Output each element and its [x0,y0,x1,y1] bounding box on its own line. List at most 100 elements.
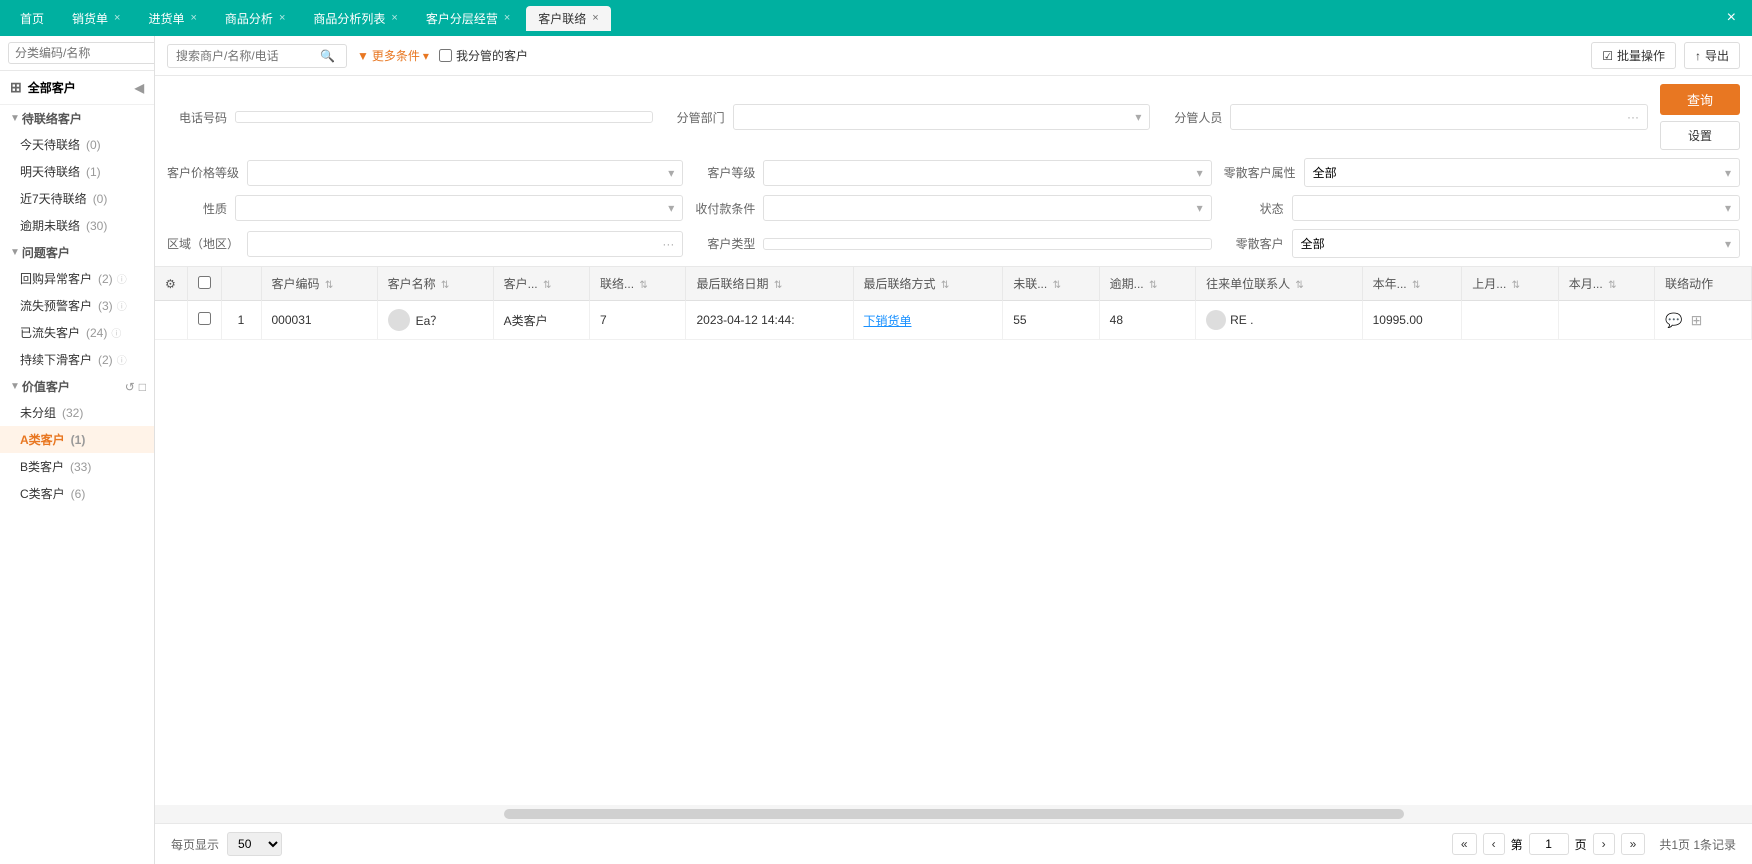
total-info: 共1页 1条记录 [1659,836,1736,853]
row-unit-contact: RE . [1196,301,1363,340]
col-last-contact-method[interactable]: 最后联络方式 ⇅ [853,267,1003,301]
filter-dept-label: 分管部门 [665,109,725,126]
col-gear[interactable]: ⚙ [155,267,187,301]
customer-table: ⚙ 客户编码 ⇅ 客户名称 ⇅ [155,267,1752,340]
sidebar-item-no-group[interactable]: 未分组 (32) [0,399,154,426]
col-last-month[interactable]: 上月... ⇅ [1462,267,1558,301]
close-customer-tier-tab[interactable]: × [504,12,510,24]
info-icon-declining: ⓘ [117,352,127,367]
filter-person-select[interactable]: ··· [1230,104,1648,130]
sidebar-item-declining[interactable]: 持续下滑客户 (2) ⓘ [0,346,154,373]
col-customer-code[interactable]: 客户编码 ⇅ [261,267,377,301]
close-customer-contact-tab[interactable]: × [592,12,598,24]
section-problem-customers[interactable]: ▼ 问题客户 [0,239,154,265]
col-overdue-days[interactable]: 逾期... ⇅ [1099,267,1195,301]
sidebar-item-tomorrow-contact[interactable]: 明天待联络 (1) [0,158,154,185]
page-label: 第 [1511,836,1523,853]
window-close-button[interactable]: × [1719,9,1744,27]
filter-phone-label: 电话号码 [167,109,227,126]
filter-customer-type-input[interactable] [763,238,1211,250]
sidebar-item-c-class[interactable]: C类客户 (6) [0,480,154,507]
row-checkbox[interactable] [198,312,211,325]
col-check[interactable] [187,267,221,301]
sidebar-search-input[interactable] [8,42,155,64]
nav-tab-home[interactable]: 首页 [8,6,56,31]
refresh-icon[interactable]: ↺ [125,380,135,394]
export-button[interactable]: ↑ 导出 [1684,42,1740,69]
first-page-button[interactable]: « [1452,833,1477,855]
batch-operation-button[interactable]: ☑ 批量操作 [1591,42,1676,69]
collapse-sidebar-button[interactable]: ◀ [135,81,144,95]
col-customer-name[interactable]: 客户名称 ⇅ [377,267,493,301]
section-value-customers[interactable]: ▼ 价值客户 ↺ □ [0,373,154,399]
nav-tab-customer-tier[interactable]: 客户分层经营 × [414,6,522,31]
row-customer-code[interactable]: 000031 [261,301,377,340]
settings-button[interactable]: 设置 [1660,121,1740,150]
nav-tab-goods-analysis[interactable]: 商品分析 × [213,6,297,31]
chevron-down-icon: ▾ [1197,201,1203,215]
nav-tab-goods-list[interactable]: 商品分析列表 × [301,6,409,31]
next-page-button[interactable]: › [1593,833,1615,855]
main-search-input[interactable] [176,49,316,63]
sidebar: 🔍 ⊞ 全部客户 ◀ ▼ 待联络客户 今天待联络 (0) 明天待联络 (1) 近 [0,36,155,864]
filter-region-select[interactable]: ··· [247,231,683,257]
row-last-month [1462,301,1558,340]
col-no-contact-days[interactable]: 未联... ⇅ [1003,267,1099,301]
row-gear [155,301,187,340]
filter-dept-select[interactable]: ▾ [733,104,1151,130]
col-this-month[interactable]: 本月... ⇅ [1558,267,1654,301]
col-last-contact-date[interactable]: 最后联络日期 ⇅ [686,267,853,301]
filter-phone-input[interactable] [235,111,653,123]
filter-actions: ☑ 批量操作 ↑ 导出 [1591,42,1740,69]
sidebar-item-b-class[interactable]: B类客户 (33) [0,453,154,480]
sidebar-item-overdue-contact[interactable]: 逾期未联络 (30) [0,212,154,239]
filter-nature-select[interactable]: ▾ [235,195,683,221]
sidebar-item-today-contact[interactable]: 今天待联络 (0) [0,131,154,158]
filter-price-grade-select[interactable]: ▾ [247,160,683,186]
close-goods-list-tab[interactable]: × [391,12,397,24]
filter-status-select[interactable]: ▾ [1292,195,1740,221]
filter-scatter-customer-field: 零散客户 全部 ▾ [1224,229,1740,258]
sidebar-item-7days-contact[interactable]: 近7天待联络 (0) [0,185,154,212]
filter-scatter-attr-select[interactable]: 全部 ▾ [1304,158,1740,187]
nav-tab-customer-contact[interactable]: 客户联络 × [526,6,610,31]
sidebar-item-repeat-abnormal[interactable]: 回购异常客户 (2) ⓘ [0,265,154,292]
per-page-select[interactable]: 50 100 200 [227,832,282,856]
close-purchase-tab[interactable]: × [190,12,196,24]
qr-icon[interactable]: ⊞ [1691,312,1703,329]
my-customers-checkbox[interactable]: 我分管的客户 [439,47,528,64]
page-number-input[interactable] [1529,833,1569,855]
select-all-checkbox[interactable] [198,276,211,289]
chat-icon[interactable]: 💬 [1665,312,1682,329]
col-this-year[interactable]: 本年... ⇅ [1362,267,1462,301]
search-icon[interactable]: 🔍 [320,49,335,63]
sidebar-all-customers[interactable]: ⊞ 全部客户 ◀ [0,71,154,105]
prev-page-button[interactable]: ‹ [1483,833,1505,855]
col-unit-contact[interactable]: 往来单位联系人 ⇅ [1196,267,1363,301]
filter-payment-select[interactable]: ▾ [763,195,1211,221]
sort-icon: ⇅ [1512,280,1520,291]
filter-scatter-customer-select[interactable]: 全部 ▾ [1292,229,1740,258]
my-customers-check-input[interactable] [439,49,452,62]
sidebar-item-lost[interactable]: 已流失客户 (24) ⓘ [0,319,154,346]
filter-customer-grade-select[interactable]: ▾ [763,160,1211,186]
sort-icon: ⇅ [1412,280,1420,291]
row-last-contact-method[interactable]: 下销货单 [853,301,1003,340]
close-goods-analysis-tab[interactable]: × [279,12,285,24]
sidebar-item-lost-warning[interactable]: 流失预警客户 (3) ⓘ [0,292,154,319]
query-button[interactable]: 查询 [1660,84,1740,115]
section-pending-contact[interactable]: ▼ 待联络客户 [0,105,154,131]
settings-icon[interactable]: □ [139,380,146,394]
nav-tab-purchase[interactable]: 进货单 × [136,6,208,31]
close-sales-tab[interactable]: × [114,12,120,24]
row-customer-name[interactable]: Ea？ [377,301,493,340]
last-page-button[interactable]: » [1621,833,1646,855]
nav-tab-sales[interactable]: 销货单 × [60,6,132,31]
sidebar-search-box: 🔍 [0,36,154,71]
horizontal-scrollbar[interactable] [504,809,1404,819]
sidebar-item-a-class[interactable]: A类客户 (1) [0,426,154,453]
more-conditions-button[interactable]: ▼ 更多条件 ▾ [357,47,429,64]
row-check[interactable] [187,301,221,340]
col-contact-count[interactable]: 联络... ⇅ [590,267,686,301]
col-customer-type[interactable]: 客户... ⇅ [493,267,589,301]
